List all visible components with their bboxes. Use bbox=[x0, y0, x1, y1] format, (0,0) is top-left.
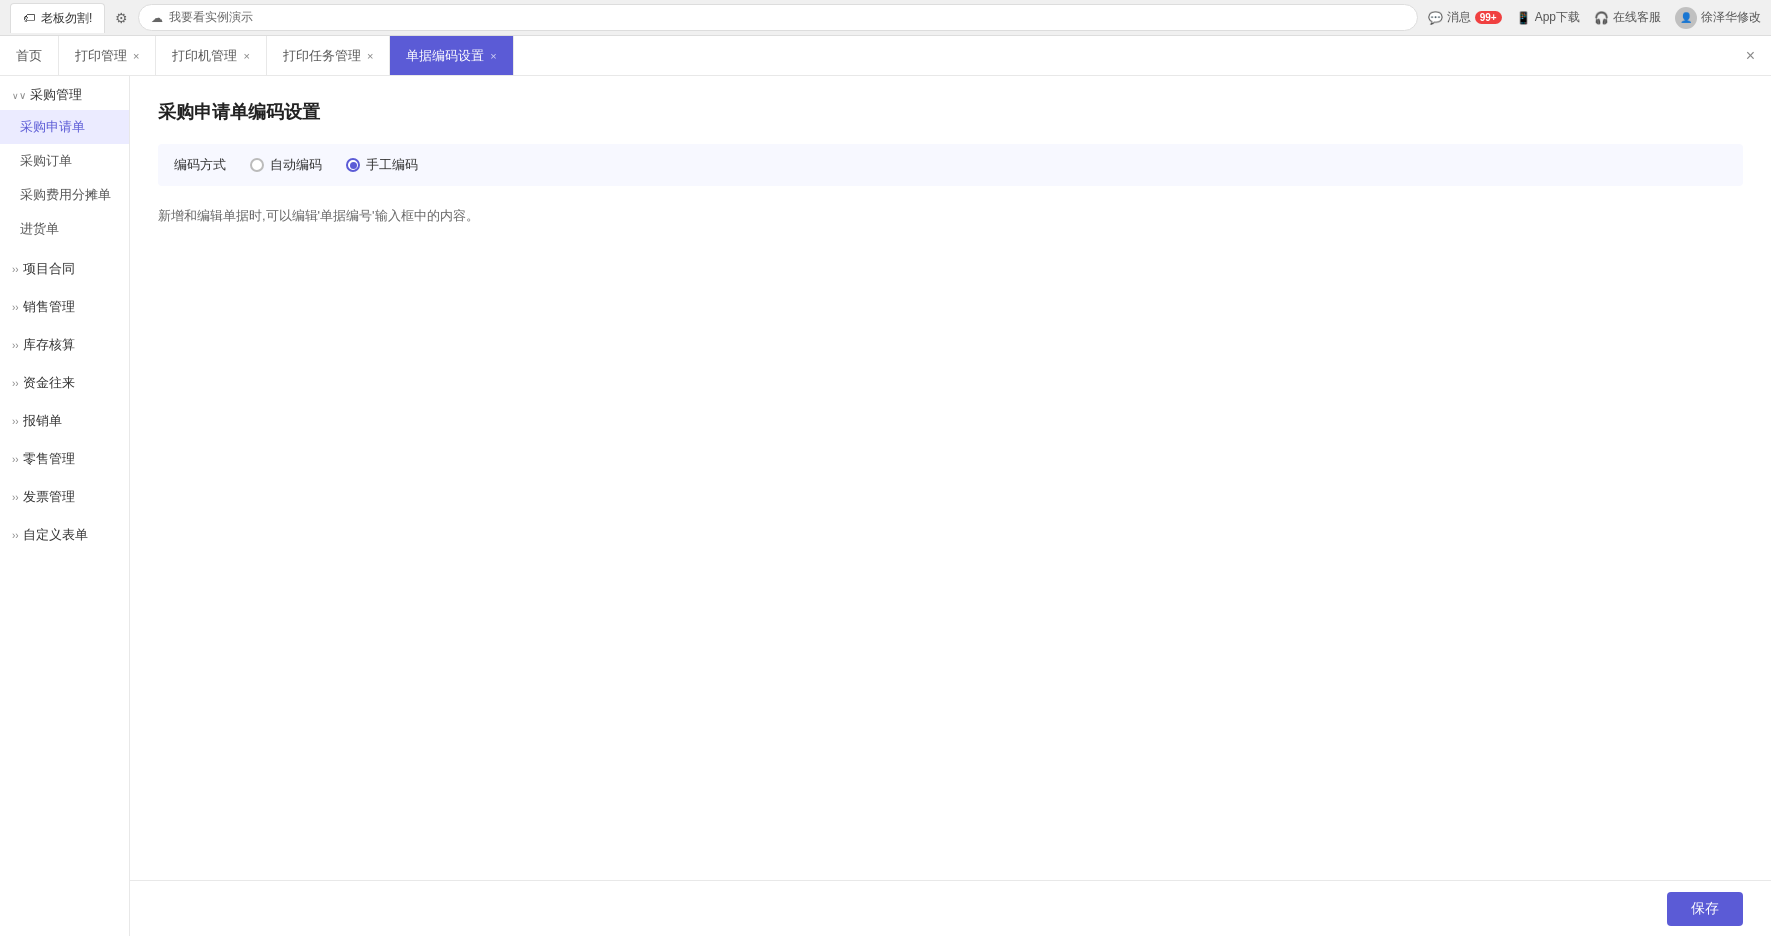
tab-printer-management[interactable]: 打印机管理 × bbox=[156, 36, 266, 75]
invoice-group-arrow: › bbox=[12, 492, 19, 503]
purchase-group-arrow: ∨ bbox=[12, 90, 26, 101]
finance-group-label: 资金往来 bbox=[23, 374, 75, 392]
sidebar-item-inbound[interactable]: 进货单 bbox=[0, 212, 129, 246]
sidebar: ∨ 采购管理 采购申请单 采购订单 采购费用分摊单 进货单 › 项目合同 bbox=[0, 76, 130, 936]
invoice-group-label: 发票管理 bbox=[23, 488, 75, 506]
tab-document-code-setting-label: 单据编码设置 bbox=[406, 47, 484, 65]
tab-document-code-setting-close[interactable]: × bbox=[490, 50, 496, 62]
sidebar-item-purchase-request[interactable]: 采购申请单 bbox=[0, 110, 129, 144]
content-inner: 采购申请单编码设置 编码方式 自动编码 手工编码 新增和编辑单据时,可以编辑'单… bbox=[130, 76, 1771, 880]
app-icon: 📱 bbox=[1516, 11, 1531, 25]
tab-document-code-setting[interactable]: 单据编码设置 × bbox=[390, 36, 513, 75]
finance-group-arrow: › bbox=[12, 378, 19, 389]
online-service-label: 在线客服 bbox=[1613, 9, 1661, 26]
radio-manual-dot bbox=[350, 162, 357, 169]
expense-group-arrow: › bbox=[12, 416, 19, 427]
main-layout: ∨ 采购管理 采购申请单 采购订单 采购费用分摊单 进货单 › 项目合同 bbox=[0, 76, 1771, 936]
content-area: 采购申请单编码设置 编码方式 自动编码 手工编码 新增和编辑单据时,可以编辑'单… bbox=[130, 76, 1771, 936]
sidebar-section-sales: › 销售管理 bbox=[0, 288, 129, 322]
tab-print-management[interactable]: 打印管理 × bbox=[59, 36, 156, 75]
message-icon: 💬 bbox=[1428, 11, 1443, 25]
sidebar-group-inventory[interactable]: › 库存核算 bbox=[0, 326, 129, 360]
sales-group-arrow: › bbox=[12, 302, 19, 313]
tab-printer-management-label: 打印机管理 bbox=[172, 47, 237, 65]
browser-bar: 🏷 老板勿割! ⚙ ☁ 我要看实例演示 💬 消息 99+ 📱 App下载 🎧 在… bbox=[0, 0, 1771, 36]
sidebar-section-inventory: › 库存核算 bbox=[0, 326, 129, 360]
sidebar-section-expense: › 报销单 bbox=[0, 402, 129, 436]
sidebar-group-finance[interactable]: › 资金往来 bbox=[0, 364, 129, 398]
app-tabbar: 首页 打印管理 × 打印机管理 × 打印任务管理 × 单据编码设置 × × bbox=[0, 36, 1771, 76]
encoding-label: 编码方式 bbox=[174, 156, 226, 174]
message-item[interactable]: 💬 消息 99+ bbox=[1428, 9, 1502, 26]
inventory-group-arrow: › bbox=[12, 340, 19, 351]
sidebar-item-purchase-expense-label: 采购费用分摊单 bbox=[20, 187, 111, 202]
cloud-icon: ☁ bbox=[151, 11, 163, 25]
sidebar-group-sales[interactable]: › 销售管理 bbox=[0, 288, 129, 322]
radio-auto-circle bbox=[250, 158, 264, 172]
sales-group-label: 销售管理 bbox=[23, 298, 75, 316]
radio-manual-circle bbox=[346, 158, 360, 172]
description-text: 新增和编辑单据时,可以编辑'单据编号'输入框中的内容。 bbox=[158, 206, 1743, 227]
tab-print-task-management-label: 打印任务管理 bbox=[283, 47, 361, 65]
purchase-group-label: 采购管理 bbox=[30, 86, 82, 104]
tab-favicon: 🏷 bbox=[23, 11, 35, 25]
sidebar-group-invoice[interactable]: › 发票管理 bbox=[0, 478, 129, 512]
sidebar-section-project: › 项目合同 bbox=[0, 250, 129, 284]
auto-code-label: 自动编码 bbox=[270, 156, 322, 174]
sidebar-section-invoice: › 发票管理 bbox=[0, 478, 129, 512]
sidebar-section-retail: › 零售管理 bbox=[0, 440, 129, 474]
search-text: 我要看实例演示 bbox=[169, 9, 253, 26]
user-item[interactable]: 👤 徐泽华修改 bbox=[1675, 7, 1761, 29]
custom-group-arrow: › bbox=[12, 530, 19, 541]
sidebar-item-purchase-order-label: 采购订单 bbox=[20, 153, 72, 168]
content-footer: 保存 bbox=[130, 880, 1771, 936]
page-title: 采购申请单编码设置 bbox=[158, 100, 1743, 124]
app-download-item[interactable]: 📱 App下载 bbox=[1516, 9, 1580, 26]
browser-settings-icon[interactable]: ⚙ bbox=[115, 10, 128, 26]
browser-right-icons: 💬 消息 99+ 📱 App下载 🎧 在线客服 👤 徐泽华修改 bbox=[1428, 7, 1761, 29]
sidebar-group-custom[interactable]: › 自定义表单 bbox=[0, 516, 129, 550]
browser-search-bar[interactable]: ☁ 我要看实例演示 bbox=[138, 4, 1417, 31]
project-group-label: 项目合同 bbox=[23, 260, 75, 278]
sidebar-item-purchase-request-label: 采购申请单 bbox=[20, 119, 85, 134]
tab-print-task-management-close[interactable]: × bbox=[367, 50, 373, 62]
sidebar-item-purchase-expense[interactable]: 采购费用分摊单 bbox=[0, 178, 129, 212]
headset-icon: 🎧 bbox=[1594, 11, 1609, 25]
tab-print-management-close[interactable]: × bbox=[133, 50, 139, 62]
sidebar-group-project[interactable]: › 项目合同 bbox=[0, 250, 129, 284]
sidebar-section-purchase: ∨ 采购管理 采购申请单 采购订单 采购费用分摊单 进货单 bbox=[0, 76, 129, 246]
manual-code-label: 手工编码 bbox=[366, 156, 418, 174]
save-button[interactable]: 保存 bbox=[1667, 892, 1743, 926]
notification-badge: 99+ bbox=[1475, 11, 1502, 24]
tab-print-management-label: 打印管理 bbox=[75, 47, 127, 65]
tab-bar-close-right[interactable]: × bbox=[1746, 47, 1771, 65]
user-name: 徐泽华修改 bbox=[1701, 9, 1761, 26]
app-download-label: App下载 bbox=[1535, 9, 1580, 26]
project-group-arrow: › bbox=[12, 264, 19, 275]
retail-group-label: 零售管理 bbox=[23, 450, 75, 468]
radio-manual-code[interactable]: 手工编码 bbox=[346, 156, 418, 174]
message-label: 消息 bbox=[1447, 9, 1471, 26]
online-service-item[interactable]: 🎧 在线客服 bbox=[1594, 9, 1661, 26]
expense-group-label: 报销单 bbox=[23, 412, 62, 430]
tab-printer-management-close[interactable]: × bbox=[243, 50, 249, 62]
custom-group-label: 自定义表单 bbox=[23, 526, 88, 544]
sidebar-section-custom: › 自定义表单 bbox=[0, 516, 129, 550]
sidebar-group-purchase[interactable]: ∨ 采购管理 bbox=[0, 76, 129, 110]
tab-print-task-management[interactable]: 打印任务管理 × bbox=[267, 36, 390, 75]
browser-tab-label: 老板勿割! bbox=[41, 10, 92, 27]
encoding-row: 编码方式 自动编码 手工编码 bbox=[158, 144, 1743, 186]
radio-auto-code[interactable]: 自动编码 bbox=[250, 156, 322, 174]
sidebar-section-finance: › 资金往来 bbox=[0, 364, 129, 398]
sidebar-item-purchase-order[interactable]: 采购订单 bbox=[0, 144, 129, 178]
tab-home-label: 首页 bbox=[16, 47, 42, 65]
sidebar-item-inbound-label: 进货单 bbox=[20, 221, 59, 236]
tab-home[interactable]: 首页 bbox=[0, 36, 59, 75]
inventory-group-label: 库存核算 bbox=[23, 336, 75, 354]
browser-tab[interactable]: 🏷 老板勿割! bbox=[10, 3, 105, 33]
retail-group-arrow: › bbox=[12, 454, 19, 465]
avatar: 👤 bbox=[1675, 7, 1697, 29]
sidebar-group-retail[interactable]: › 零售管理 bbox=[0, 440, 129, 474]
sidebar-group-expense[interactable]: › 报销单 bbox=[0, 402, 129, 436]
